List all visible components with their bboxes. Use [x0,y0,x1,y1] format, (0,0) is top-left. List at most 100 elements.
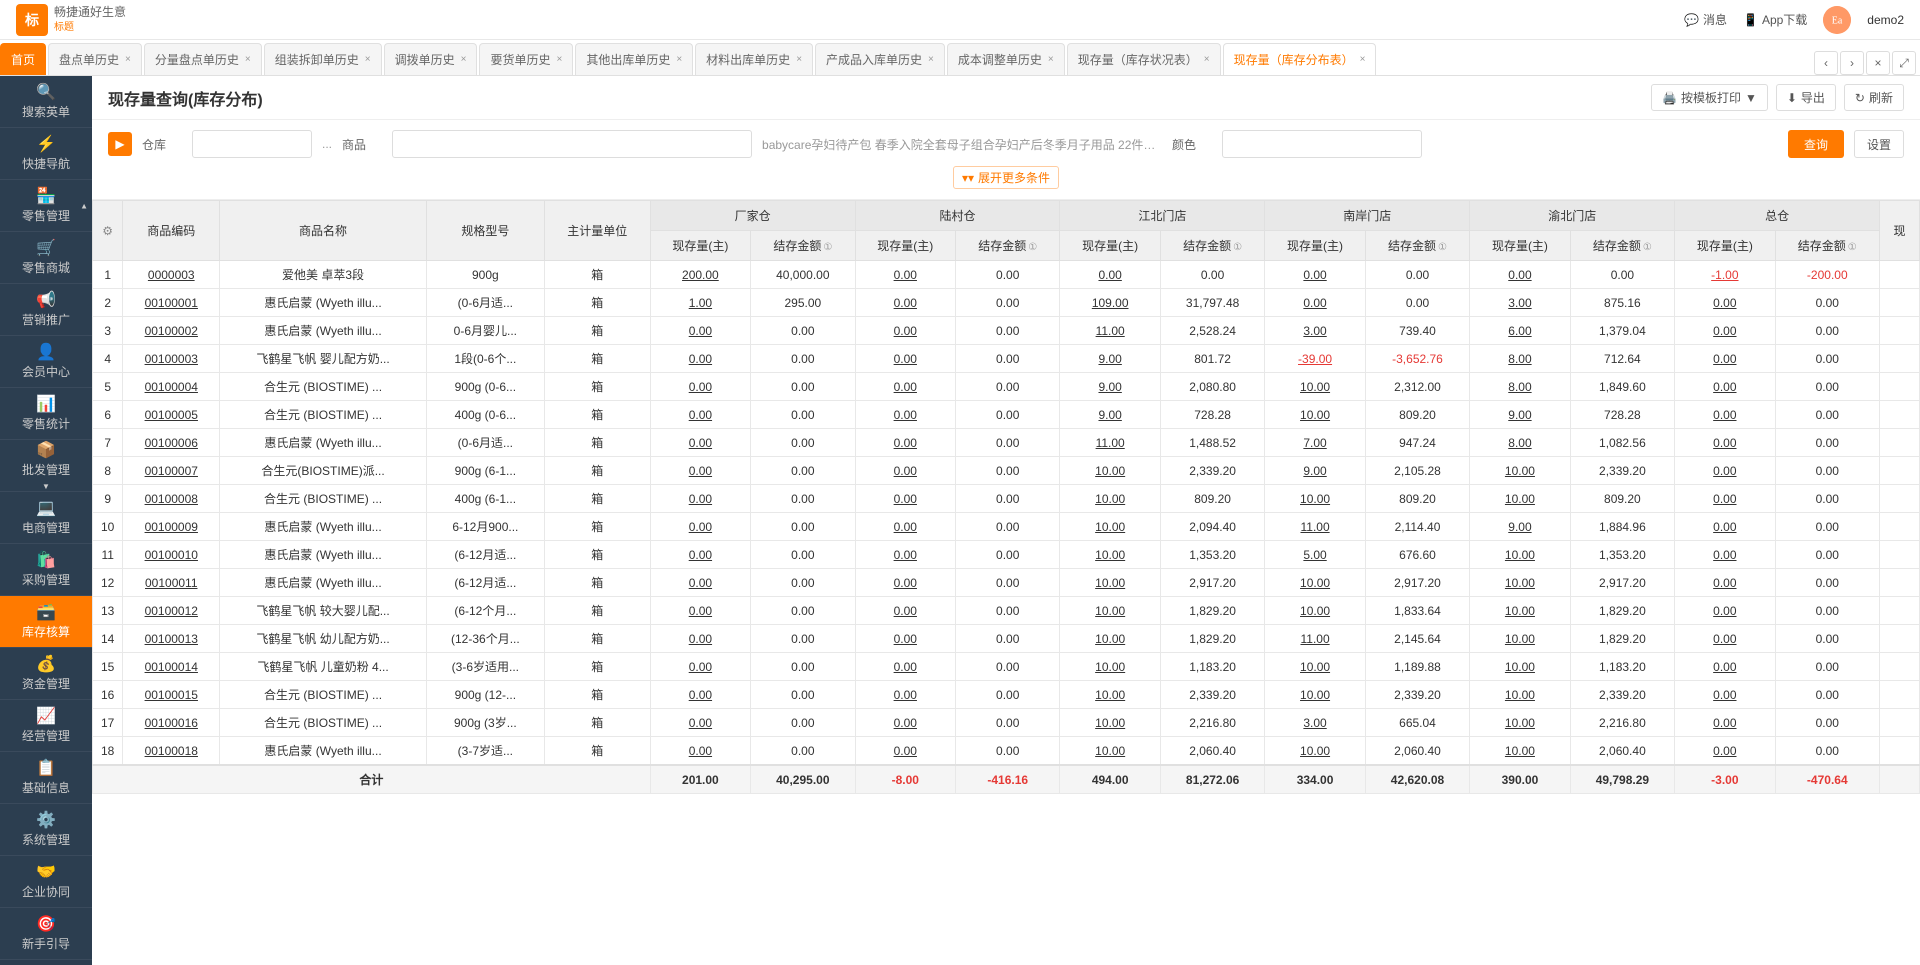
cell-na-qty[interactable]: 10.00 [1265,485,1365,513]
cell-fac-qty[interactable]: 0.00 [650,569,750,597]
cell-yb-qty[interactable]: 10.00 [1470,653,1570,681]
cell-lu-qty[interactable]: 0.00 [855,625,955,653]
cell-jb-qty[interactable]: 11.00 [1060,429,1160,457]
tab-close[interactable]: × [1204,54,1210,65]
cell-yb-qty[interactable]: 10.00 [1470,597,1570,625]
cell-code[interactable]: 00100018 [123,737,220,766]
color-input[interactable] [1222,130,1422,158]
cell-code[interactable]: 00100007 [123,457,220,485]
message-btn[interactable]: 💬 消息 [1684,11,1727,28]
cell-lu-qty[interactable]: 0.00 [855,569,955,597]
cell-total-qty[interactable]: 0.00 [1675,345,1775,373]
sidebar-item-appcenter[interactable]: 📱 应用中心 [0,960,92,965]
cell-lu-qty[interactable]: 0.00 [855,457,955,485]
tab-inventory-sub[interactable]: 分量盘点单历史 × [144,43,262,75]
cell-code[interactable]: 00100010 [123,541,220,569]
cell-code[interactable]: 00100006 [123,429,220,457]
cell-total-qty[interactable]: 0.00 [1675,737,1775,766]
refresh-btn[interactable]: ↻ 刷新 [1844,84,1904,111]
lu-amt-info-icon[interactable]: ① [1028,242,1037,253]
cell-jb-qty[interactable]: 10.00 [1060,457,1160,485]
cell-jb-qty[interactable]: 10.00 [1060,625,1160,653]
cell-na-qty[interactable]: 5.00 [1265,541,1365,569]
sidebar-item-ecommerce[interactable]: 💻 电商管理 [0,492,92,544]
tab-stock-dist[interactable]: 现存量（库存分布表） × [1223,43,1377,75]
cell-jb-qty[interactable]: 9.00 [1060,345,1160,373]
cell-jb-qty[interactable]: 10.00 [1060,709,1160,737]
cell-total-qty[interactable]: 0.00 [1675,541,1775,569]
warehouse-input[interactable] [192,130,312,158]
tab-other-out[interactable]: 其他出库单历史 × [575,43,693,75]
cell-yb-qty[interactable]: 8.00 [1470,345,1570,373]
cell-na-qty[interactable]: 0.00 [1265,261,1365,289]
cell-yb-qty[interactable]: 10.00 [1470,681,1570,709]
cell-fac-qty[interactable]: 0.00 [650,429,750,457]
cell-yb-qty[interactable]: 6.00 [1470,317,1570,345]
cell-jb-qty[interactable]: 10.00 [1060,541,1160,569]
cell-jb-qty[interactable]: 9.00 [1060,373,1160,401]
tab-stock-status[interactable]: 现存量（库存状况表） × [1067,43,1221,75]
cell-fac-qty[interactable]: 0.00 [650,653,750,681]
settings-btn[interactable]: 设置 [1854,130,1904,158]
cell-yb-qty[interactable]: 10.00 [1470,485,1570,513]
sidebar-item-member[interactable]: 👤 会员中心 [0,336,92,388]
cell-na-qty[interactable]: -39.00 [1265,345,1365,373]
cell-yb-qty[interactable]: 8.00 [1470,373,1570,401]
cell-yb-qty[interactable]: 10.00 [1470,737,1570,766]
cell-lu-qty[interactable]: 0.00 [855,653,955,681]
cell-total-qty[interactable]: 0.00 [1675,681,1775,709]
tab-expand-btn[interactable]: ⤢ [1892,51,1916,75]
cell-jb-qty[interactable]: 10.00 [1060,653,1160,681]
cell-total-qty[interactable]: 0.00 [1675,485,1775,513]
cell-code[interactable]: 00100015 [123,681,220,709]
cell-jb-qty[interactable]: 0.00 [1060,261,1160,289]
cell-jb-qty[interactable]: 10.00 [1060,569,1160,597]
cell-lu-qty[interactable]: 0.00 [855,373,955,401]
tab-transfer-history[interactable]: 调拨单历史 × [384,43,478,75]
cell-total-qty[interactable]: 0.00 [1675,597,1775,625]
expand-conditions-btn[interactable]: ▾▾ 展开更多条件 [953,166,1059,189]
sidebar-item-quicknav[interactable]: ⚡ 快捷导航 [0,128,92,180]
cell-code[interactable]: 00100002 [123,317,220,345]
cell-code[interactable]: 00100009 [123,513,220,541]
fac-amt-info-icon[interactable]: ① [823,242,832,253]
sidebar-item-enterprise[interactable]: 🤝 企业协同 [0,856,92,908]
cell-lu-qty[interactable]: 0.00 [855,709,955,737]
cell-jb-qty[interactable]: 10.00 [1060,681,1160,709]
tab-home[interactable]: 首页 [0,43,46,75]
cell-fac-qty[interactable]: 0.00 [650,457,750,485]
cell-total-qty[interactable]: 0.00 [1675,429,1775,457]
cell-total-qty[interactable]: 0.00 [1675,569,1775,597]
export-btn[interactable]: ⬇ 导出 [1776,84,1836,111]
cell-lu-qty[interactable]: 0.00 [855,429,955,457]
sidebar-item-purchase[interactable]: 🛍️ 采购管理 [0,544,92,596]
cell-lu-qty[interactable]: 0.00 [855,485,955,513]
cell-lu-qty[interactable]: 0.00 [855,737,955,766]
cell-total-qty[interactable]: 0.00 [1675,709,1775,737]
tab-close[interactable]: × [556,54,562,65]
cell-yb-qty[interactable]: 0.00 [1470,261,1570,289]
tab-close[interactable]: × [125,54,131,65]
tab-close[interactable]: × [365,54,371,65]
sidebar-item-system[interactable]: ⚙️ 系统管理 [0,804,92,856]
cell-code[interactable]: 00100001 [123,289,220,317]
tab-close[interactable]: × [676,54,682,65]
cell-yb-qty[interactable]: 10.00 [1470,569,1570,597]
table-container[interactable]: ⚙ 商品编码 商品名称 规格型号 主计量单位 厂家仓 陆村仓 江北门店 南岸门店… [92,200,1920,965]
user-avatar[interactable] [1823,6,1851,34]
goods-input[interactable] [392,130,752,158]
jb-amt-info-icon[interactable]: ① [1233,242,1242,253]
sidebar-item-basic[interactable]: 📋 基础信息 [0,752,92,804]
cell-lu-qty[interactable]: 0.00 [855,345,955,373]
sidebar-item-guide[interactable]: 🎯 新手引导 [0,908,92,960]
sidebar-item-marketing[interactable]: 📢 营销推广 [0,284,92,336]
cell-lu-qty[interactable]: 0.00 [855,261,955,289]
cell-fac-qty[interactable]: 1.00 [650,289,750,317]
cell-na-qty[interactable]: 9.00 [1265,457,1365,485]
cell-yb-qty[interactable]: 10.00 [1470,709,1570,737]
cell-total-qty[interactable]: 0.00 [1675,289,1775,317]
cell-total-qty[interactable]: 0.00 [1675,317,1775,345]
cell-na-qty[interactable]: 3.00 [1265,709,1365,737]
cell-na-qty[interactable]: 11.00 [1265,625,1365,653]
tab-close[interactable]: × [245,54,251,65]
